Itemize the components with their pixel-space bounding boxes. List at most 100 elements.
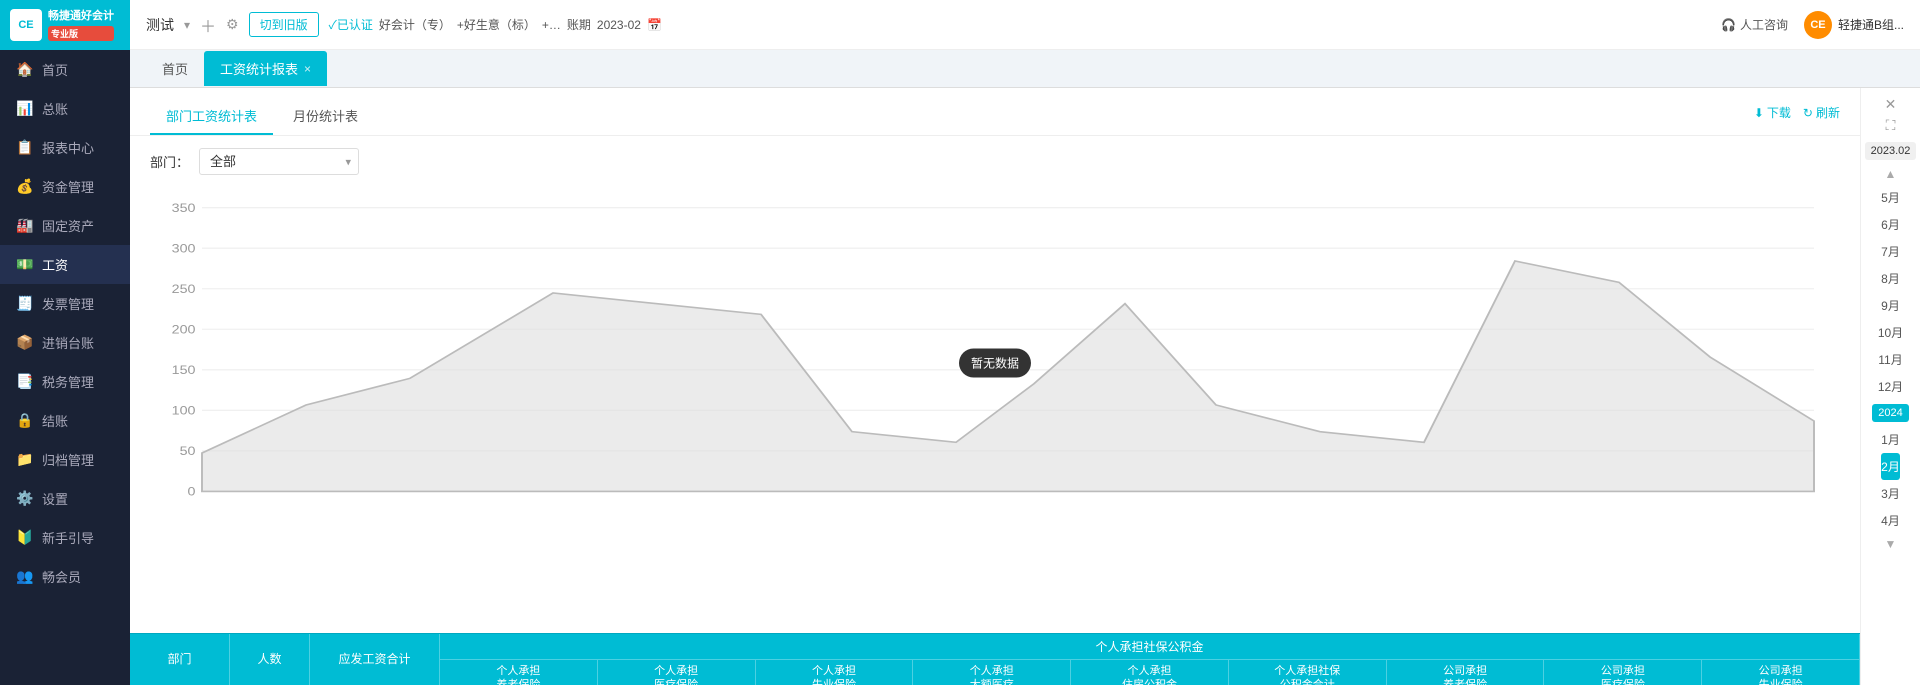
sidebar-item-发票管理[interactable]: 🧾发票管理 xyxy=(0,284,130,323)
nav-icon: 📊 xyxy=(16,100,34,117)
months-2023: 5月6月7月8月9月10月11月12月 xyxy=(1878,184,1903,400)
col-department: 部门 xyxy=(130,634,230,685)
logo-icon: CE xyxy=(10,9,42,41)
download-button[interactable]: ⬇ 下载 xyxy=(1754,104,1791,121)
sidebar-item-工资[interactable]: 💵工资 xyxy=(0,245,130,284)
group-subs: 个人承担养老保险 个人承担医疗保险 个人承担失业保险 个人承担大额医疗 个人承担… xyxy=(440,660,1859,685)
subtab-department[interactable]: 部门工资统计表 xyxy=(150,98,273,135)
service-button[interactable]: 🎧 人工咨询 xyxy=(1721,16,1788,33)
sidebar-item-固定资产[interactable]: 🏭固定资产 xyxy=(0,206,130,245)
sidebar-item-总账[interactable]: 📊总账 xyxy=(0,89,130,128)
col-personal-medical: 个人承担医疗保险 xyxy=(598,660,756,685)
topbar-title: 测试 xyxy=(146,15,174,35)
user-menu[interactable]: CE 轻捷通B组... xyxy=(1804,11,1904,39)
nav-icon: 📋 xyxy=(16,139,34,156)
year-2023-label[interactable]: 2023.02 xyxy=(1865,142,1917,160)
col-company-pension: 公司承担养老保险 xyxy=(1387,660,1545,685)
scroll-up-icon[interactable]: ▲ xyxy=(1885,168,1897,180)
subtab-monthly[interactable]: 月份统计表 xyxy=(277,98,374,135)
svg-text:50: 50 xyxy=(180,444,196,457)
nav-icon: 👥 xyxy=(16,568,34,585)
filter-row: 部门： 全部 部门1 部门2 ▾ xyxy=(130,136,1860,187)
sidebar-item-资金管理[interactable]: 💰资金管理 xyxy=(0,167,130,206)
sidebar-item-新手引导[interactable]: 🔰新手引导 xyxy=(0,518,130,557)
topbar: 测试 ▾ ＋ ⚙ 切到旧版 ✓已认证 好会计（专） +好生意（标） +… 账期 … xyxy=(130,0,1920,50)
svg-text:200: 200 xyxy=(172,323,196,336)
month-item[interactable]: 3月 xyxy=(1881,480,1900,507)
month-item[interactable]: 8月 xyxy=(1878,265,1903,292)
sidebar-nav: 🏠首页📊总账📋报表中心💰资金管理🏭固定资产💵工资🧾发票管理📦进销台账📑税务管理🔒… xyxy=(0,50,130,596)
right-panel: ✕ ⛶ 2023.02 ▲ 5月6月7月8月9月10月11月12月 2024 1… xyxy=(1860,88,1920,685)
month-item[interactable]: 9月 xyxy=(1878,292,1903,319)
account-type1: 好会计（专） xyxy=(379,16,451,33)
add-icon[interactable]: ＋ xyxy=(200,13,216,37)
tab-bar: 首页 工资统计报表 × xyxy=(130,50,1920,88)
nav-icon: 🧾 xyxy=(16,295,34,312)
status-bar: ✓已认证 好会计（专） +好生意（标） +… 账期 2023-02 📅 xyxy=(329,16,662,33)
nav-icon: 📦 xyxy=(16,334,34,351)
topbar-right: 🎧 人工咨询 CE 轻捷通B组... xyxy=(1721,11,1904,39)
download-icon: ⬇ xyxy=(1754,106,1764,120)
months-2024: 1月2月3月4月 xyxy=(1881,426,1900,534)
month-item[interactable]: 6月 xyxy=(1878,211,1903,238)
dropdown-arrow-icon[interactable]: ▾ xyxy=(184,18,190,32)
tab-salary-report[interactable]: 工资统计报表 × xyxy=(204,51,327,86)
account-type3: +… xyxy=(542,18,561,32)
sidebar: CE 畅捷通好会计 专业版 🏠首页📊总账📋报表中心💰资金管理🏭固定资产💵工资🧾发… xyxy=(0,0,130,685)
month-item[interactable]: 5月 xyxy=(1878,184,1903,211)
tab-home[interactable]: 首页 xyxy=(146,51,204,86)
scroll-down-icon[interactable]: ▼ xyxy=(1885,538,1897,550)
month-item[interactable]: 10月 xyxy=(1878,319,1903,346)
user-name: 轻捷通B组... xyxy=(1838,16,1904,33)
nav-up: ▲ xyxy=(1885,168,1897,180)
sidebar-item-归档管理[interactable]: 📁归档管理 xyxy=(0,440,130,479)
period-label: 账期 xyxy=(567,16,591,33)
sidebar-item-报表中心[interactable]: 📋报表中心 xyxy=(0,128,130,167)
sidebar-item-进销台账[interactable]: 📦进销台账 xyxy=(0,323,130,362)
close-tab-icon[interactable]: × xyxy=(304,62,311,76)
svg-text:350: 350 xyxy=(172,201,196,214)
year-2024-label[interactable]: 2024 xyxy=(1872,404,1908,422)
nav-icon: 📁 xyxy=(16,451,34,468)
content-main: 部门工资统计表 月份统计表 ⬇ 下载 ↻ 刷新 部门： xyxy=(130,88,1860,685)
svg-text:250: 250 xyxy=(172,282,196,295)
month-item[interactable]: 11月 xyxy=(1878,346,1903,373)
department-select[interactable]: 全部 部门1 部门2 xyxy=(199,148,359,175)
expand-panel-icon[interactable]: ⛶ xyxy=(1886,117,1896,134)
nav-down: ▼ xyxy=(1885,538,1897,550)
col-company-medical: 公司承担医疗保险 xyxy=(1544,660,1702,685)
sidebar-logo: CE 畅捷通好会计 专业版 xyxy=(0,0,130,50)
nav-icon: 💵 xyxy=(16,256,34,273)
headset-icon: 🎧 xyxy=(1721,18,1736,32)
col-personal-total: 个人承担社保公积金合计 xyxy=(1229,660,1387,685)
chart-container: 350 300 250 200 150 100 50 0 暂无数据 xyxy=(150,197,1840,517)
account-type2: +好生意（标） xyxy=(457,16,536,33)
month-item[interactable]: 4月 xyxy=(1881,507,1900,534)
sidebar-item-设置[interactable]: ⚙️设置 xyxy=(0,479,130,518)
avatar: CE xyxy=(1804,11,1832,39)
month-item[interactable]: 2月 xyxy=(1881,453,1900,480)
month-item[interactable]: 7月 xyxy=(1878,238,1903,265)
subtab-bar: 部门工资统计表 月份统计表 ⬇ 下载 ↻ 刷新 xyxy=(130,88,1860,136)
nav-icon: 📑 xyxy=(16,373,34,390)
calendar-icon[interactable]: 📅 xyxy=(647,18,662,32)
month-item[interactable]: 12月 xyxy=(1878,373,1903,400)
nav-icon: 🔒 xyxy=(16,412,34,429)
sidebar-item-税务管理[interactable]: 📑税务管理 xyxy=(0,362,130,401)
sidebar-item-畅会员[interactable]: 👥畅会员 xyxy=(0,557,130,596)
edition-badge: 专业版 xyxy=(48,26,114,41)
sidebar-item-结账[interactable]: 🔒结账 xyxy=(0,401,130,440)
svg-text:150: 150 xyxy=(172,363,196,376)
sidebar-item-首页[interactable]: 🏠首页 xyxy=(0,50,130,89)
main-content: 测试 ▾ ＋ ⚙ 切到旧版 ✓已认证 好会计（专） +好生意（标） +… 账期 … xyxy=(130,0,1920,685)
chart-tooltip: 暂无数据 xyxy=(959,349,1031,378)
svg-text:0: 0 xyxy=(188,485,196,498)
month-item[interactable]: 1月 xyxy=(1881,426,1900,453)
gear-icon[interactable]: ⚙ xyxy=(226,16,239,33)
col-personal-pension: 个人承担养老保险 xyxy=(440,660,598,685)
switch-old-button[interactable]: 切到旧版 xyxy=(249,12,319,37)
close-panel-icon[interactable]: ✕ xyxy=(1885,96,1897,113)
subtab-actions: ⬇ 下载 ↻ 刷新 xyxy=(1754,104,1840,129)
refresh-button[interactable]: ↻ 刷新 xyxy=(1803,104,1840,121)
department-select-wrap: 全部 部门1 部门2 ▾ xyxy=(199,148,359,175)
